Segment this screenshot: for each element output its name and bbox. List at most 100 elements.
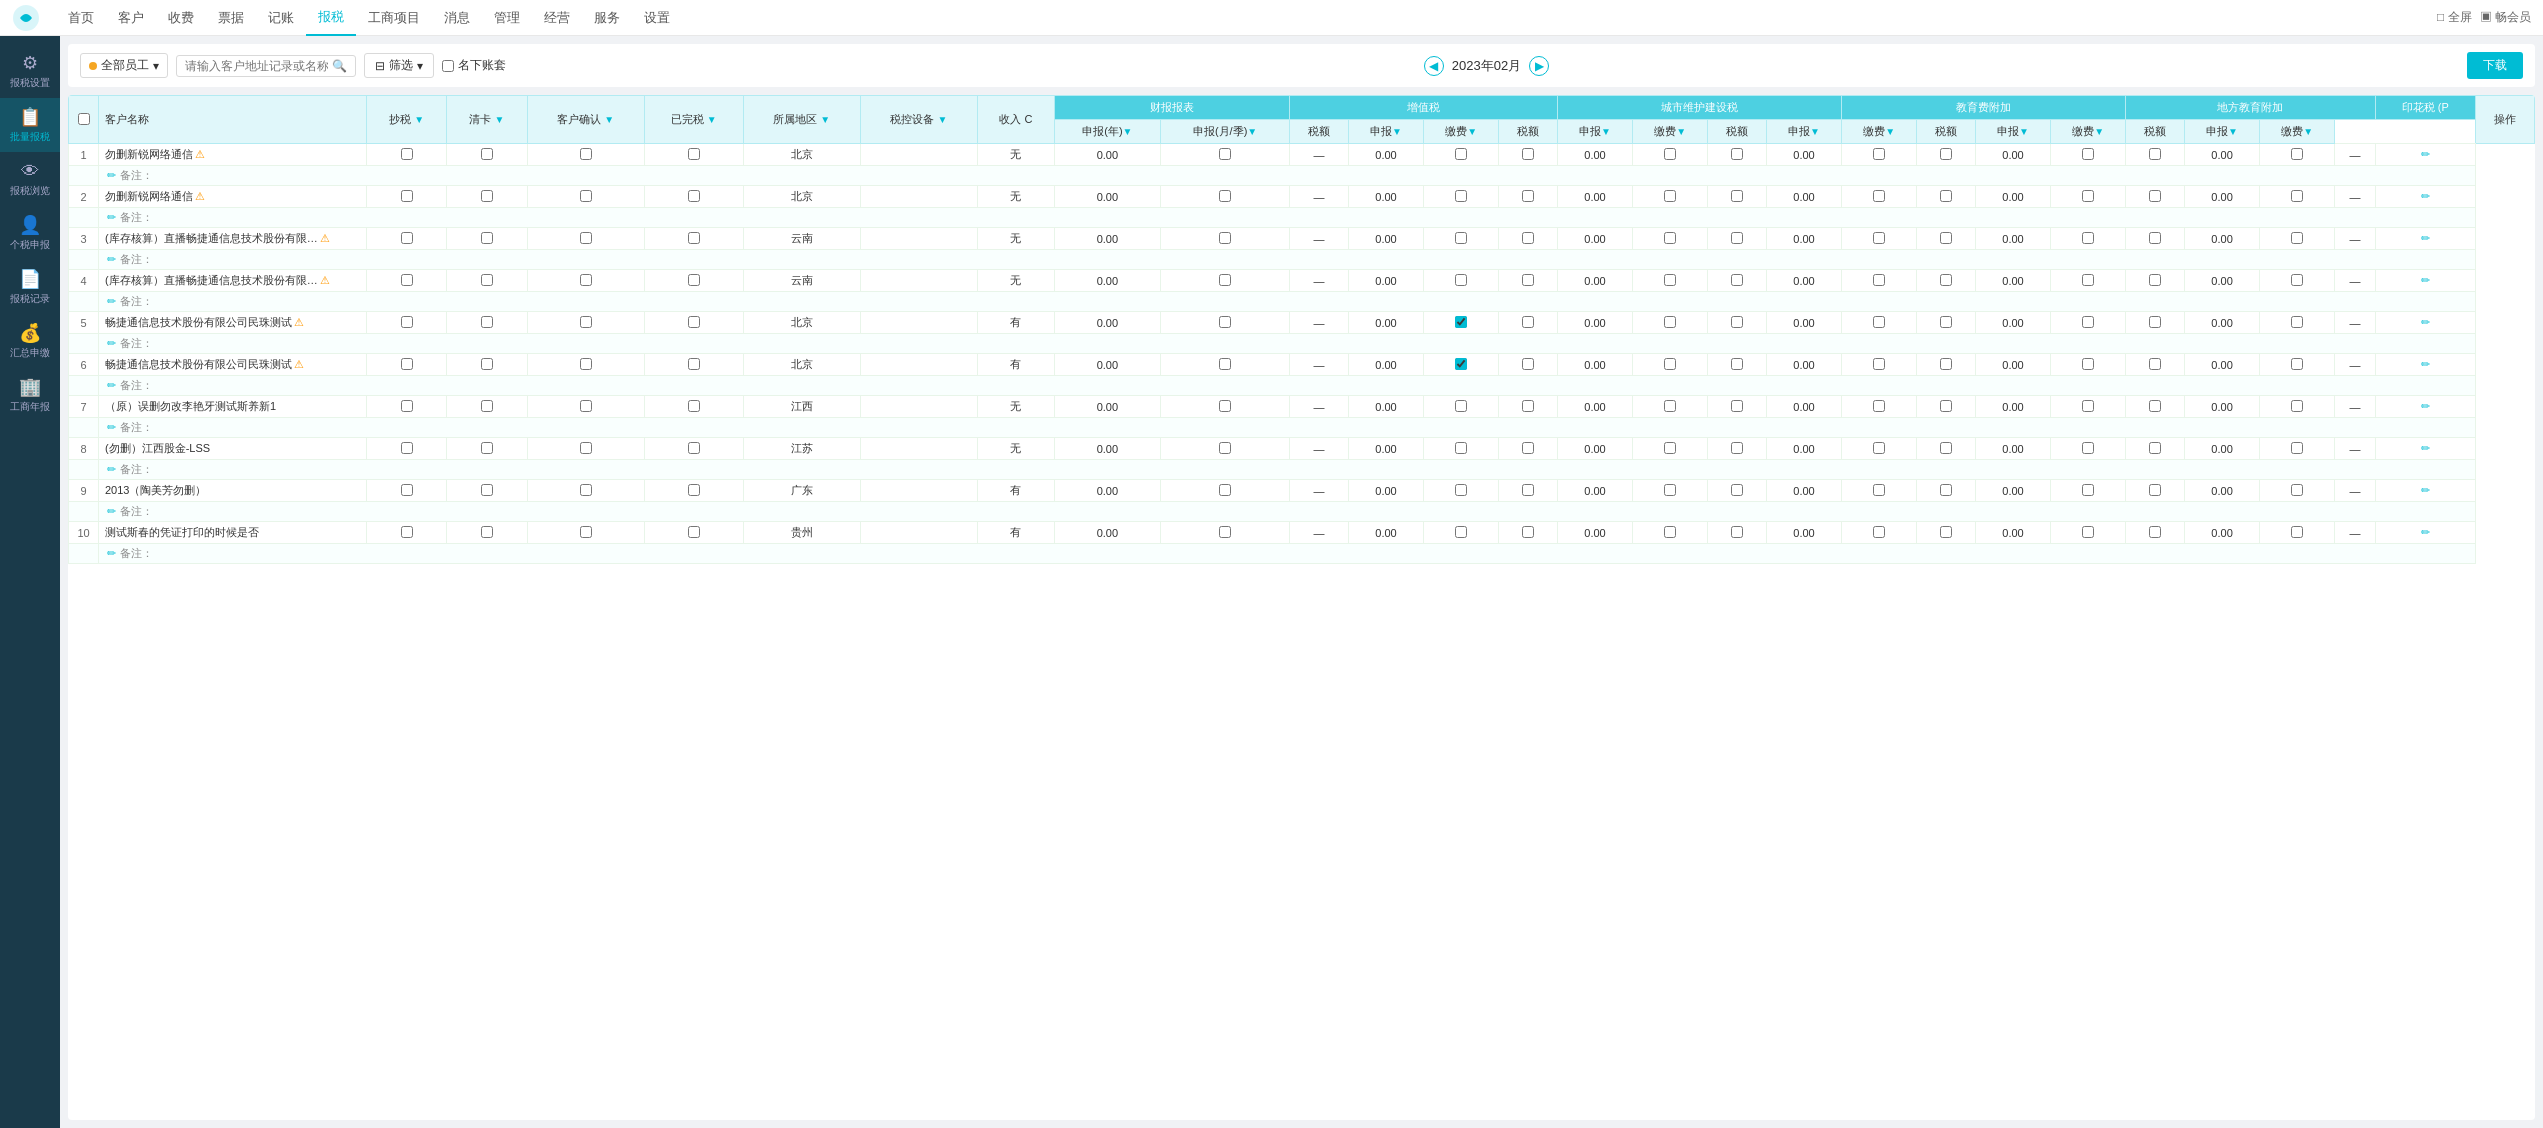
cj-report-checkbox[interactable]	[1664, 484, 1676, 496]
jy-report-checkbox[interactable]	[1873, 442, 1885, 454]
zz-report-checkbox[interactable]	[1455, 274, 1467, 286]
df-pay-checkbox[interactable]	[2149, 358, 2161, 370]
edit-icon[interactable]: ✏	[2421, 316, 2430, 328]
df-report-checkbox[interactable]	[2082, 316, 2094, 328]
qingka-checkbox[interactable]	[481, 484, 493, 496]
caibao-month-checkbox[interactable]	[1219, 316, 1231, 328]
filter-button[interactable]: ⊟ 筛选 ▾	[364, 53, 434, 78]
jy-pay-checkbox[interactable]	[1940, 148, 1952, 160]
jy-report-checkbox[interactable]	[1873, 316, 1885, 328]
confirm-checkbox[interactable]	[580, 442, 592, 454]
chaoshui-checkbox[interactable]	[401, 442, 413, 454]
confirm-checkbox[interactable]	[580, 232, 592, 244]
yh-report-checkbox[interactable]	[2291, 358, 2303, 370]
df-report-checkbox[interactable]	[2082, 442, 2094, 454]
qingka-checkbox[interactable]	[481, 274, 493, 286]
chaoshui-checkbox[interactable]	[401, 190, 413, 202]
df-report-checkbox[interactable]	[2082, 274, 2094, 286]
df-report-checkbox[interactable]	[2082, 232, 2094, 244]
namedown-checkbox-label[interactable]: 名下账套	[442, 57, 506, 74]
qingka-checkbox[interactable]	[481, 526, 493, 538]
th-df-report[interactable]: 申报▼	[1975, 120, 2050, 144]
chaoshui-checkbox[interactable]	[401, 400, 413, 412]
yh-report-checkbox[interactable]	[2291, 190, 2303, 202]
zz-report-checkbox[interactable]	[1455, 358, 1467, 370]
yh-report-checkbox[interactable]	[2291, 316, 2303, 328]
th-jy-report[interactable]: 申报▼	[1766, 120, 1841, 144]
cj-pay-checkbox[interactable]	[1731, 316, 1743, 328]
zz-report-checkbox[interactable]	[1455, 400, 1467, 412]
qingka-checkbox[interactable]	[481, 358, 493, 370]
jy-pay-checkbox[interactable]	[1940, 526, 1952, 538]
yh-report-checkbox[interactable]	[2291, 526, 2303, 538]
jy-pay-checkbox[interactable]	[1940, 232, 1952, 244]
edit-icon[interactable]: ✏	[2421, 148, 2430, 160]
th-caibao-year[interactable]: 申报(年)▼	[1054, 120, 1160, 144]
chaoshui-checkbox[interactable]	[401, 484, 413, 496]
yh-report-checkbox[interactable]	[2291, 442, 2303, 454]
yh-report-checkbox[interactable]	[2291, 400, 2303, 412]
zz-pay-checkbox[interactable]	[1522, 442, 1534, 454]
df-report-checkbox[interactable]	[2082, 400, 2094, 412]
zz-pay-checkbox[interactable]	[1522, 484, 1534, 496]
confirm-checkbox[interactable]	[580, 190, 592, 202]
th-yh-pay[interactable]: 缴费▼	[2260, 120, 2335, 144]
confirm-checkbox[interactable]	[580, 148, 592, 160]
sidebar-item-huizongsumiao[interactable]: 💰 汇总申缴	[0, 314, 60, 368]
jy-pay-checkbox[interactable]	[1940, 442, 1952, 454]
qingka-checkbox[interactable]	[481, 400, 493, 412]
sidebar-item-piliangshuibao[interactable]: 📋 批量报税	[0, 98, 60, 152]
zz-report-checkbox[interactable]	[1455, 148, 1467, 160]
jy-report-checkbox[interactable]	[1873, 190, 1885, 202]
nav-message[interactable]: 消息	[432, 0, 482, 36]
prev-month-button[interactable]: ◀	[1424, 56, 1444, 76]
edit-icon[interactable]: ✏	[2421, 484, 2430, 496]
df-pay-checkbox[interactable]	[2149, 526, 2161, 538]
zz-pay-checkbox[interactable]	[1522, 232, 1534, 244]
cj-pay-checkbox[interactable]	[1731, 274, 1743, 286]
cj-report-checkbox[interactable]	[1664, 232, 1676, 244]
fullscreen-btn[interactable]: □ 全屏	[2437, 9, 2472, 26]
nav-service[interactable]: 服务	[582, 0, 632, 36]
next-month-button[interactable]: ▶	[1529, 56, 1549, 76]
jy-pay-checkbox[interactable]	[1940, 274, 1952, 286]
zz-report-checkbox[interactable]	[1455, 484, 1467, 496]
cj-pay-checkbox[interactable]	[1731, 484, 1743, 496]
cj-report-checkbox[interactable]	[1664, 358, 1676, 370]
edit-icon[interactable]: ✏	[2421, 232, 2430, 244]
jy-pay-checkbox[interactable]	[1940, 316, 1952, 328]
caibao-month-checkbox[interactable]	[1219, 232, 1231, 244]
sidebar-item-baoshuijilu2[interactable]: 📄 报税记录	[0, 260, 60, 314]
cj-report-checkbox[interactable]	[1664, 526, 1676, 538]
jy-pay-checkbox[interactable]	[1940, 484, 1952, 496]
cj-pay-checkbox[interactable]	[1731, 358, 1743, 370]
confirm-checkbox[interactable]	[580, 358, 592, 370]
zz-report-checkbox[interactable]	[1455, 232, 1467, 244]
df-report-checkbox[interactable]	[2082, 484, 2094, 496]
nav-invoice[interactable]: 票据	[206, 0, 256, 36]
done-checkbox[interactable]	[688, 358, 700, 370]
edit-icon[interactable]: ✏	[2421, 358, 2430, 370]
jy-pay-checkbox[interactable]	[1940, 190, 1952, 202]
th-jy-pay[interactable]: 缴费▼	[1842, 120, 1917, 144]
nav-manage[interactable]: 管理	[482, 0, 532, 36]
jy-report-checkbox[interactable]	[1873, 274, 1885, 286]
edit-icon[interactable]: ✏	[2421, 442, 2430, 454]
caibao-month-checkbox[interactable]	[1219, 358, 1231, 370]
jy-report-checkbox[interactable]	[1873, 358, 1885, 370]
cj-pay-checkbox[interactable]	[1731, 148, 1743, 160]
sidebar-item-gongshangnianbaoa[interactable]: 🏢 工商年报	[0, 368, 60, 422]
namedown-checkbox[interactable]	[442, 60, 454, 72]
done-checkbox[interactable]	[688, 274, 700, 286]
sidebar-item-gesuishenbao[interactable]: 👤 个税申报	[0, 206, 60, 260]
th-zz-pay[interactable]: 缴费▼	[1424, 120, 1499, 144]
jy-report-checkbox[interactable]	[1873, 148, 1885, 160]
sidebar-item-baoshuishezhi[interactable]: ⚙ 报税设置	[0, 44, 60, 98]
cj-report-checkbox[interactable]	[1664, 316, 1676, 328]
done-checkbox[interactable]	[688, 232, 700, 244]
edit-icon[interactable]: ✏	[2421, 190, 2430, 202]
zz-report-checkbox[interactable]	[1455, 526, 1467, 538]
cj-pay-checkbox[interactable]	[1731, 190, 1743, 202]
jy-report-checkbox[interactable]	[1873, 232, 1885, 244]
confirm-checkbox[interactable]	[580, 400, 592, 412]
